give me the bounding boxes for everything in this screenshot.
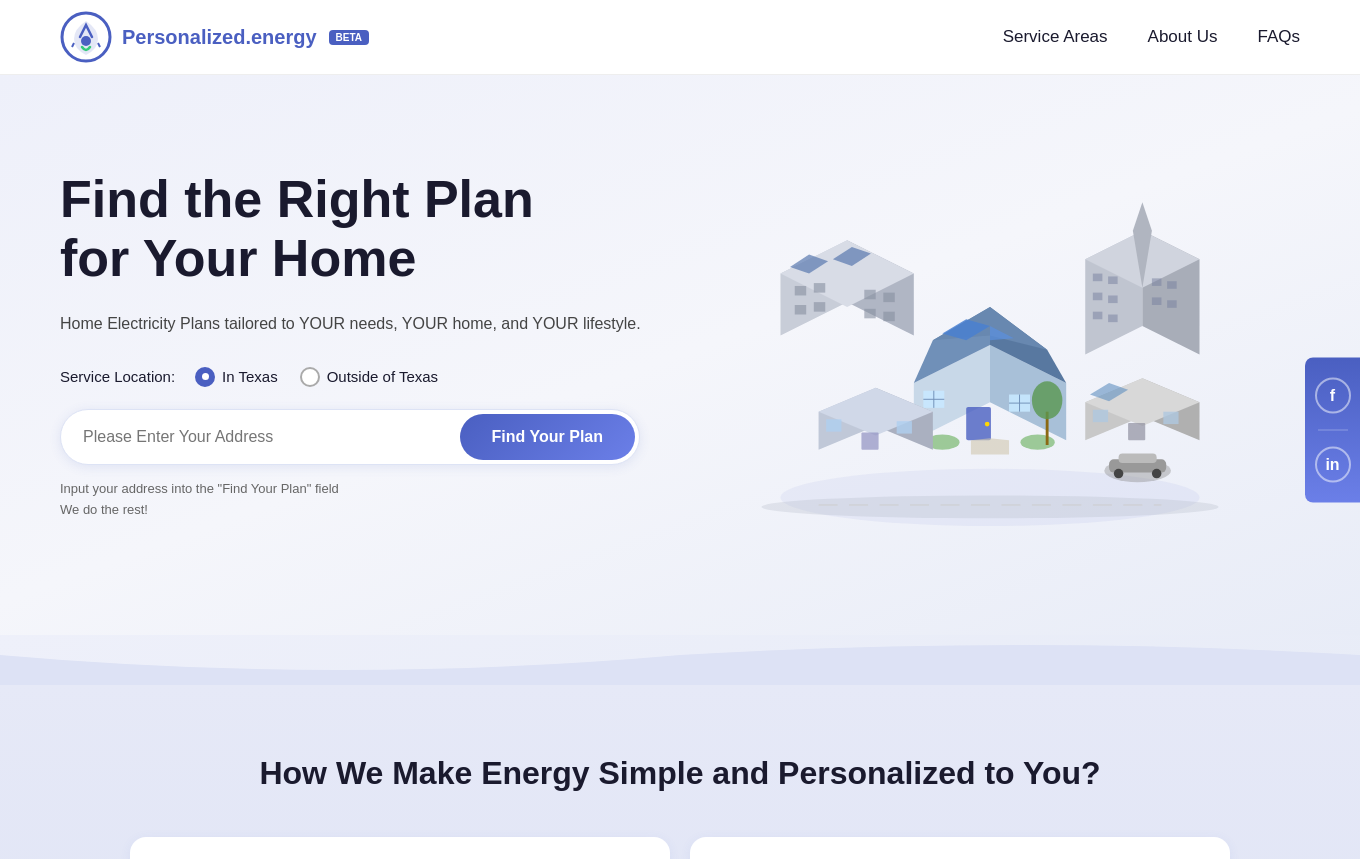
social-bar: f in	[1305, 357, 1360, 502]
how-section: How We Make Energy Simple and Personaliz…	[0, 685, 1360, 859]
svg-point-1	[81, 36, 91, 46]
svg-rect-12	[864, 290, 875, 300]
logo-text: Personalized.energy BETA	[122, 26, 369, 48]
city-svg	[710, 145, 1270, 545]
section-title: How We Make Energy Simple and Personaliz…	[60, 755, 1300, 792]
svg-rect-67	[1119, 454, 1157, 464]
card-2: By analyzing your home location and pers…	[690, 837, 1230, 859]
radio-in-texas[interactable]: In Texas	[195, 367, 278, 387]
svg-rect-55	[861, 433, 878, 450]
facebook-icon[interactable]: f	[1315, 377, 1351, 413]
radio-circle-texas	[195, 367, 215, 387]
service-location: Service Location: In Texas Outside of Te…	[60, 367, 680, 387]
svg-rect-9	[814, 283, 825, 293]
radio-outside-texas[interactable]: Outside of Texas	[300, 367, 438, 387]
nav-service-areas[interactable]: Service Areas	[1003, 27, 1108, 47]
svg-point-38	[985, 422, 990, 427]
svg-rect-30	[1152, 297, 1162, 305]
logo-name: Personalized.energy	[122, 26, 317, 48]
svg-rect-22	[1093, 274, 1103, 282]
svg-point-70	[761, 495, 1218, 518]
hero-image	[680, 145, 1300, 545]
cards-grid: Our AI-Powered Search Engine compares ev…	[130, 837, 1230, 859]
svg-rect-28	[1152, 278, 1162, 286]
svg-rect-14	[864, 309, 875, 319]
service-location-label: Service Location:	[60, 368, 175, 385]
svg-rect-8	[795, 286, 806, 296]
svg-rect-57	[897, 421, 912, 433]
hero-content: Find the Right Plan for Your Home Home E…	[60, 170, 680, 521]
social-divider	[1318, 429, 1348, 430]
svg-marker-49	[971, 438, 1009, 454]
radio-circle-outside	[300, 367, 320, 387]
svg-rect-63	[1163, 412, 1178, 424]
svg-rect-27	[1108, 315, 1118, 323]
logo-area: Personalized.energy BETA	[60, 11, 369, 63]
svg-rect-62	[1093, 410, 1108, 422]
svg-line-3	[98, 43, 100, 47]
nav-faqs[interactable]: FAQs	[1257, 27, 1300, 47]
svg-rect-15	[883, 312, 894, 322]
svg-rect-11	[814, 302, 825, 312]
logo-icon	[60, 11, 112, 63]
hero-section: Find the Right Plan for Your Home Home E…	[0, 75, 1360, 635]
svg-rect-29	[1167, 281, 1177, 289]
svg-rect-31	[1167, 300, 1177, 308]
wave-svg	[0, 635, 1360, 685]
search-bar: Find Your Plan	[60, 409, 640, 465]
svg-point-48	[1020, 435, 1054, 450]
svg-rect-24	[1093, 293, 1103, 301]
svg-point-69	[1152, 469, 1162, 479]
search-hint: Input your address into the "Find Your P…	[60, 479, 680, 521]
nav-about-us[interactable]: About Us	[1148, 27, 1218, 47]
social-sidebar: f in	[1305, 357, 1360, 502]
find-plan-button[interactable]: Find Your Plan	[460, 414, 635, 460]
hero-title: Find the Right Plan for Your Home	[60, 170, 680, 290]
radio-group: In Texas Outside of Texas	[195, 367, 438, 387]
svg-rect-26	[1093, 312, 1103, 320]
svg-rect-56	[826, 419, 841, 431]
svg-line-2	[72, 43, 74, 47]
linkedin-icon[interactable]: in	[1315, 446, 1351, 482]
main-nav: Service Areas About Us FAQs	[1003, 27, 1300, 47]
svg-rect-25	[1108, 295, 1118, 303]
svg-rect-61	[1128, 423, 1145, 440]
header: Personalized.energy BETA Service Areas A…	[0, 0, 1360, 75]
svg-rect-13	[883, 293, 894, 303]
card-1: Our AI-Powered Search Engine compares ev…	[130, 837, 670, 859]
svg-rect-10	[795, 305, 806, 315]
svg-point-51	[1032, 381, 1062, 419]
wave-divider	[0, 635, 1360, 685]
svg-point-68	[1114, 469, 1124, 479]
svg-rect-23	[1108, 276, 1118, 284]
address-input[interactable]	[61, 414, 456, 460]
hero-subtitle: Home Electricity Plans tailored to YOUR …	[60, 311, 680, 337]
beta-badge: BETA	[329, 30, 369, 45]
city-illustration	[710, 145, 1270, 545]
